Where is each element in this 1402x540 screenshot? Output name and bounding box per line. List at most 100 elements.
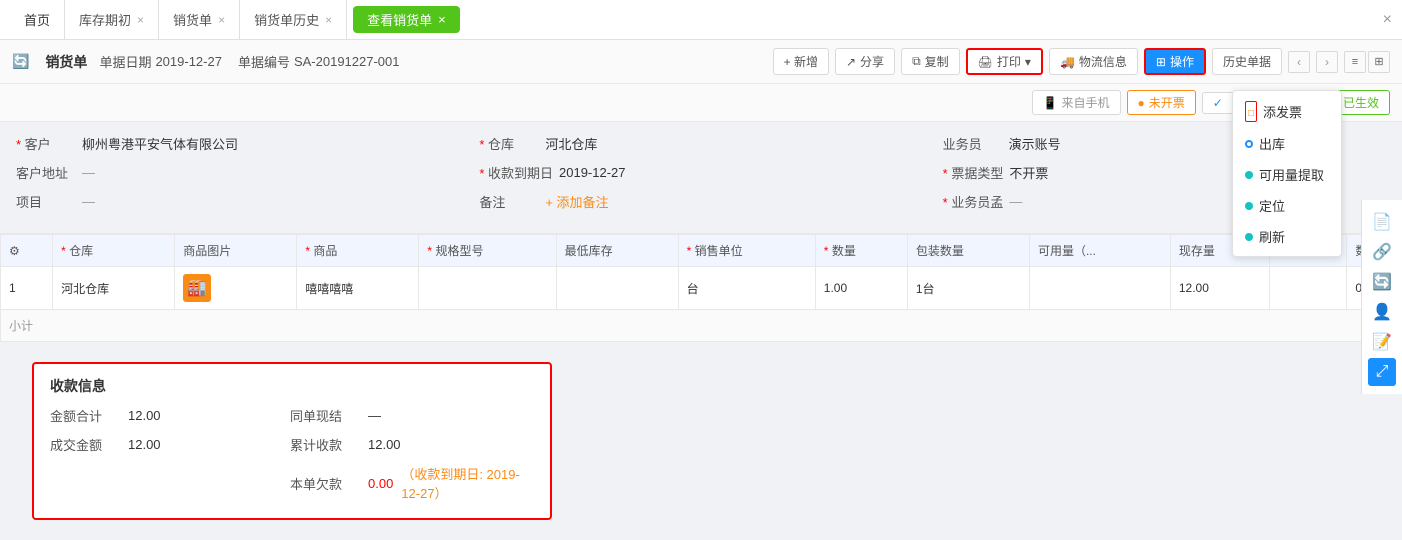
cell-no: 1 bbox=[1, 267, 53, 310]
doc-date-value: 2019-12-27 bbox=[155, 54, 222, 69]
list-view-icon[interactable]: ≡ bbox=[1344, 51, 1366, 73]
cell-spec bbox=[419, 267, 556, 310]
col-qty: 数量 bbox=[815, 235, 907, 267]
cumulative-value: 12.00 bbox=[368, 437, 401, 452]
warehouse-field: 仓库 河北仓库 bbox=[479, 134, 922, 153]
tab-inventory-label: 库存期初 bbox=[79, 10, 131, 29]
sidebar-link-icon[interactable]: 🔗 bbox=[1368, 238, 1396, 266]
due-date-value: 2019-12-27 bbox=[559, 165, 626, 180]
cell-price bbox=[1270, 267, 1347, 310]
refresh-label: 刷新 bbox=[1259, 227, 1285, 246]
sidebar-note-icon[interactable]: 📝 bbox=[1368, 328, 1396, 356]
close-icon[interactable]: × bbox=[218, 13, 225, 27]
doc-title: 销货单 bbox=[45, 52, 87, 72]
right-sidebar: 📄 🔗 🔄 👤 📝 ⤢ bbox=[1361, 200, 1402, 394]
close-icon[interactable]: × bbox=[137, 13, 144, 27]
sidebar-doc-icon[interactable]: 📄 bbox=[1368, 208, 1396, 236]
same-order-label: 同单现结 bbox=[290, 406, 360, 425]
same-order-value: — bbox=[368, 408, 381, 423]
salesperson-label: 业务员孟 bbox=[943, 192, 1004, 211]
col-unit: 销售单位 bbox=[678, 235, 815, 267]
share-icon: ↗ bbox=[846, 55, 856, 69]
dropdown-locate[interactable]: 定位 bbox=[1233, 190, 1341, 221]
salesperson-value: — bbox=[1009, 194, 1022, 209]
tab-sales-label: 销货单 bbox=[173, 10, 212, 29]
check-icon: ✓ bbox=[1213, 96, 1223, 110]
subtotal-row: 小计 bbox=[1, 310, 1402, 342]
available-qty-icon bbox=[1245, 171, 1253, 179]
tab-sales-history-label: 销货单历史 bbox=[254, 10, 319, 29]
table-section: ⚙ 仓库 商品图片 商品 规格型号 最低库存 销售单位 数量 包装数量 可用量（… bbox=[0, 234, 1402, 342]
col-image: 商品图片 bbox=[175, 235, 297, 267]
doc-number-label: 单据编号 SA-20191227-001 bbox=[238, 52, 400, 71]
form-row-2: 客户地址 — 收款到期日 2019-12-27 票据类型 不开票 bbox=[16, 163, 1386, 182]
sidebar-refresh-icon[interactable]: 🔄 bbox=[1368, 268, 1396, 296]
customer-field: 客户 柳州粤港平安气体有限公司 bbox=[16, 134, 459, 153]
address-label: 客户地址 bbox=[16, 163, 76, 182]
copy-button[interactable]: ⧉ 复制 bbox=[901, 48, 960, 75]
dropdown-refresh[interactable]: 刷新 bbox=[1233, 221, 1341, 252]
table-header-row: ⚙ 仓库 商品图片 商品 规格型号 最低库存 销售单位 数量 包装数量 可用量（… bbox=[1, 235, 1402, 267]
status-bar: 📱 来自手机 ● 未开票 ✓ ✓ 已核销 ✓ 已生效 bbox=[0, 84, 1402, 122]
logistics-button[interactable]: 🚚 物流信息 bbox=[1049, 48, 1138, 75]
due-note: （收款到期日: 2019-12-27） bbox=[401, 464, 530, 502]
next-record-button[interactable]: › bbox=[1316, 51, 1338, 73]
customer-label: 客户 bbox=[16, 134, 76, 153]
doc-header: 🔄 销货单 单据日期 2019-12-27 单据编号 SA-20191227-0… bbox=[0, 40, 1402, 84]
print-button[interactable]: 🖨 打印 ▾ bbox=[966, 48, 1043, 75]
window-close-button[interactable]: × bbox=[1383, 11, 1392, 29]
tab-home[interactable]: 首页 bbox=[10, 0, 65, 40]
sidebar-user-icon[interactable]: 👤 bbox=[1368, 298, 1396, 326]
close-icon[interactable]: × bbox=[438, 12, 446, 27]
new-button[interactable]: + 新增 bbox=[773, 48, 829, 75]
due-date-field: 收款到期日 2019-12-27 bbox=[479, 163, 922, 182]
staff-value: 演示账号 bbox=[1009, 134, 1061, 153]
transaction-label: 成交金额 bbox=[50, 435, 120, 454]
doc-actions: + 新增 ↗ 分享 ⧉ 复制 🖨 打印 ▾ 🚚 物流信息 ⊞ 操作 bbox=[773, 48, 1390, 75]
arrears-label: 本单欠款 bbox=[290, 474, 360, 493]
transaction-value: 12.00 bbox=[128, 437, 161, 452]
doc-number-value: SA-20191227-001 bbox=[294, 54, 400, 69]
form-section: 客户 柳州粤港平安气体有限公司 仓库 河北仓库 业务员 演示账号 客户地址 — … bbox=[0, 122, 1402, 234]
same-order-row: 同单现结 — bbox=[290, 406, 530, 425]
radio-icon bbox=[1245, 140, 1253, 148]
doc-title-area: 🔄 销货单 单据日期 2019-12-27 单据编号 SA-20191227-0… bbox=[12, 52, 400, 72]
dropdown-available-qty[interactable]: 可用量提取 bbox=[1233, 159, 1341, 190]
tab-sales-history[interactable]: 销货单历史 × bbox=[240, 0, 347, 40]
from-phone-button[interactable]: 📱 来自手机 bbox=[1032, 90, 1121, 115]
tab-sales[interactable]: 销货单 × bbox=[159, 0, 240, 40]
grid-view-icon[interactable]: ⊞ bbox=[1368, 51, 1390, 73]
not-opened-button[interactable]: ● 未开票 bbox=[1127, 90, 1196, 115]
remark-label: 备注 bbox=[479, 192, 539, 211]
dropdown-add-invoice[interactable]: □ 添发票 bbox=[1233, 95, 1341, 128]
doc-meta: 单据日期 2019-12-27 单据编号 SA-20191227-001 bbox=[99, 52, 399, 71]
share-button[interactable]: ↗ 分享 bbox=[835, 48, 895, 75]
phone-icon: 📱 bbox=[1043, 96, 1058, 110]
operations-dropdown: □ 添发票 出库 可用量提取 定位 刷新 bbox=[1232, 90, 1342, 257]
sidebar-expand-icon[interactable]: ⤢ bbox=[1368, 358, 1396, 386]
confirmed-button[interactable]: ✓ bbox=[1202, 92, 1234, 114]
cell-stock: 12.00 bbox=[1170, 267, 1270, 310]
prev-record-button[interactable]: ‹ bbox=[1288, 51, 1310, 73]
close-icon[interactable]: × bbox=[325, 13, 332, 27]
cumulative-label: 累计收款 bbox=[290, 435, 360, 454]
col-spec: 规格型号 bbox=[419, 235, 556, 267]
history-button[interactable]: 历史单据 bbox=[1212, 48, 1282, 75]
dropdown-outbound[interactable]: 出库 bbox=[1233, 128, 1341, 159]
col-available: 可用量（... bbox=[1029, 235, 1170, 267]
remark-field: 备注 + 添加备注 bbox=[479, 192, 922, 211]
tab-home-label: 首页 bbox=[24, 10, 50, 29]
tab-view-sales[interactable]: 查看销货单 × bbox=[353, 6, 460, 33]
col-product: 商品 bbox=[297, 235, 419, 267]
add-remark-button[interactable]: + 添加备注 bbox=[545, 192, 608, 211]
operations-button[interactable]: ⊞ 操作 bbox=[1144, 48, 1206, 75]
locate-icon bbox=[1245, 202, 1253, 210]
sales-table: ⚙ 仓库 商品图片 商品 规格型号 最低库存 销售单位 数量 包装数量 可用量（… bbox=[0, 234, 1402, 342]
tab-inventory[interactable]: 库存期初 × bbox=[65, 0, 159, 40]
tab-view-sales-label: 查看销货单 bbox=[367, 10, 432, 29]
print-icon: 🖨 bbox=[978, 55, 993, 69]
payment-wrapper: 收款信息 金额合计 12.00 同单现结 — 成交金额 12.00 累计收款 1… bbox=[0, 342, 1402, 540]
cell-available bbox=[1029, 267, 1170, 310]
col-pkg-qty: 包装数量 bbox=[907, 235, 1029, 267]
col-gear: ⚙ bbox=[1, 235, 53, 267]
